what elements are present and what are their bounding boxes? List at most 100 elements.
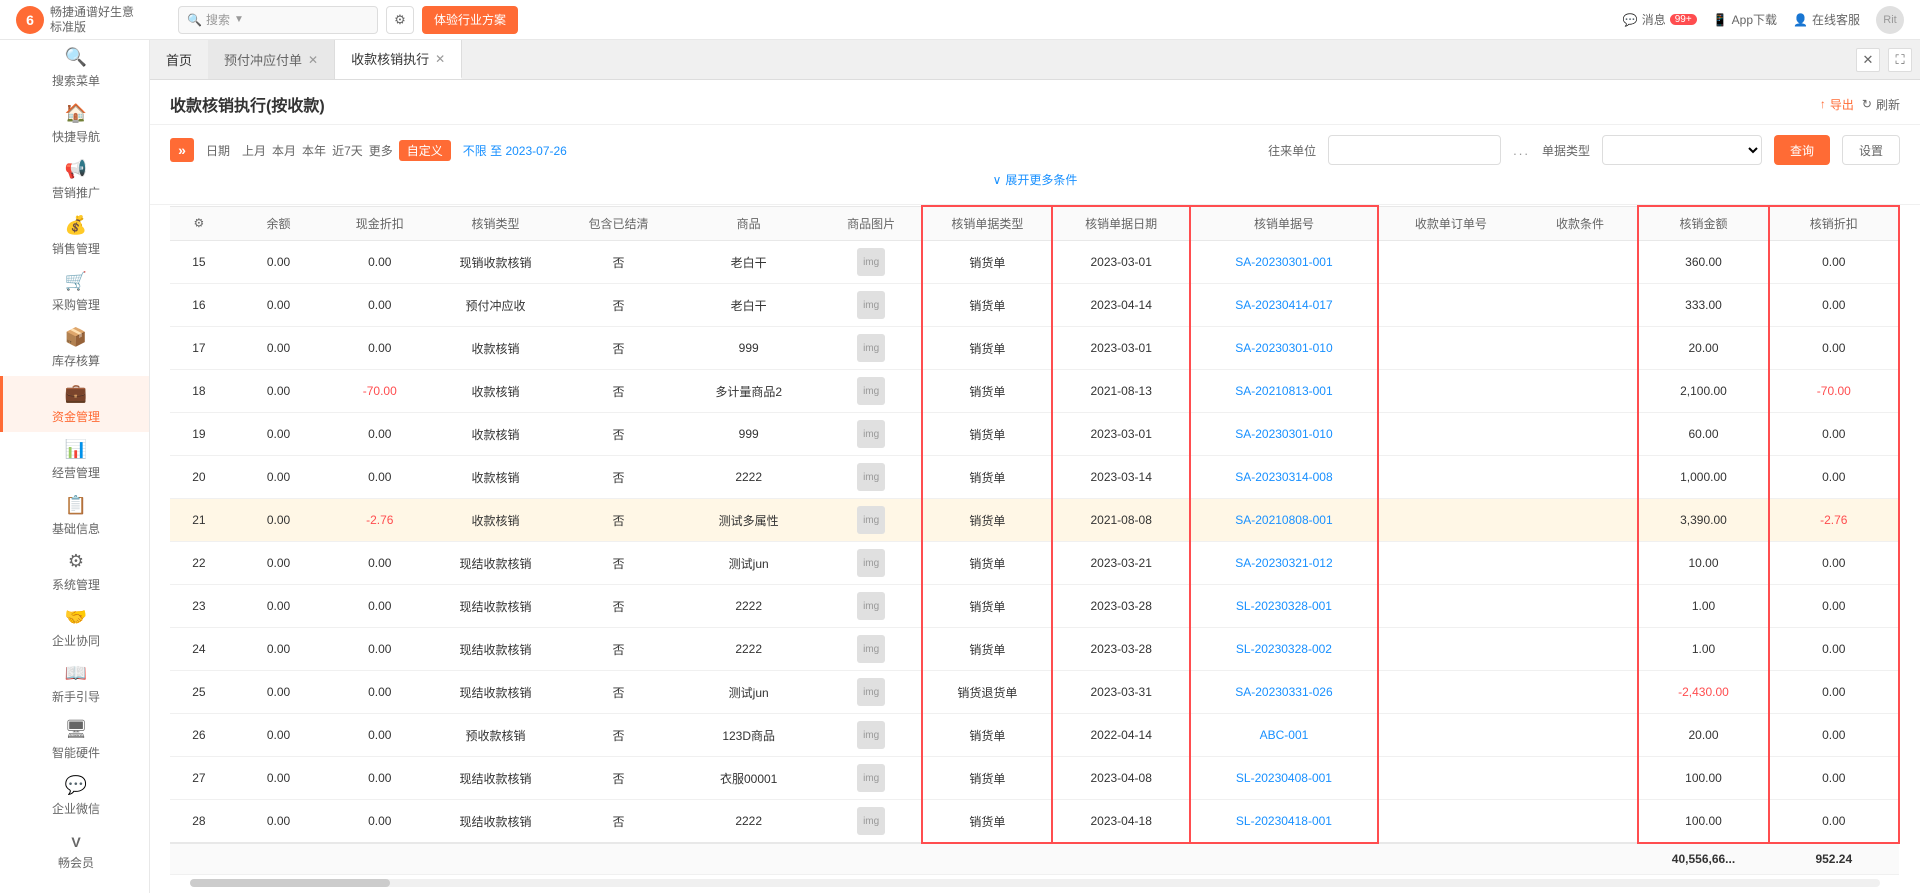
sidebar-label-collab: 企业协同 [52,632,100,649]
online-service-label: 在线客服 [1812,11,1860,28]
scrollbar-thumb[interactable] [190,879,390,887]
table-container[interactable]: ⚙ 余额 现金折扣 核销类型 包含已结清 商品 商品图片 核销单据类型 核销单据… [150,205,1920,893]
cell-receipt-condition [1523,714,1639,757]
logo-text: 畅捷通谱好生意 标准版 [50,5,134,34]
cell-no: 20 [170,456,228,499]
setting-button[interactable]: 设置 [1842,135,1900,165]
search-placeholder: 搜索 [206,11,230,28]
tab-prepay[interactable]: 预付冲应付单 ✕ [208,40,335,79]
search-icon: 🔍 [65,47,87,68]
sidebar-item-inventory[interactable]: 📦 库存核算 [0,320,149,376]
cancel-bill-no-link[interactable]: SA-20210808-001 [1235,513,1332,527]
cell-cancel-bill-date: 2022-04-14 [1052,714,1189,757]
horizontal-scrollbar[interactable] [190,879,1880,887]
top-bar-right: 💬 消息 99+ 📱 App下载 👤 在线客服 Rit [1623,6,1904,34]
cancel-bill-no-link[interactable]: SL-20230328-002 [1236,642,1332,656]
sidebar-label-guide: 新手引导 [52,688,100,705]
app-download-item[interactable]: 📱 App下载 [1713,11,1777,28]
sidebar-item-finance[interactable]: 💼 资金管理 [0,376,149,432]
cancel-bill-no-link[interactable]: SA-20230331-026 [1235,685,1332,699]
table-footer: 40,556,66... 952.24 [170,843,1899,875]
from-unit-input[interactable] [1328,135,1501,165]
date-label: 日期 [206,142,230,159]
export-button[interactable]: ↑ 导出 [1820,96,1854,113]
table-row: 20 0.00 0.00 收款核销 否 2222 img 销货单 2023-03… [170,456,1899,499]
cancel-bill-no-link[interactable]: SA-20230301-010 [1235,341,1332,355]
sidebar-item-vip[interactable]: V 畅会员 [0,824,149,880]
sidebar-item-hardware[interactable]: 🖥 智能硬件 [0,712,149,768]
cancel-bill-no-link[interactable]: SL-20230408-001 [1236,771,1332,785]
sidebar-item-collab[interactable]: 🤝 企业协同 [0,600,149,656]
cell-include-cleared: 否 [561,241,677,284]
sidebar-item-basicinfo[interactable]: 📋 基础信息 [0,488,149,544]
date-opt-custom[interactable]: 自定义 [399,140,451,161]
cancel-bill-no-link[interactable]: SA-20230301-010 [1235,427,1332,441]
tab-expand-btn[interactable]: ⛶ [1888,48,1912,72]
export-icon: ↑ [1820,97,1826,111]
sidebar-item-quicknav[interactable]: 🏠 快捷导航 [0,96,149,152]
date-opt-this-year[interactable]: 本年 [302,142,326,159]
bill-type-select[interactable] [1602,135,1762,165]
cell-cancel-bill-type: 销货单 [922,456,1052,499]
cell-no: 15 [170,241,228,284]
cell-goods: 999 [676,413,821,456]
cell-cash-discount: 0.00 [329,413,430,456]
sidebar-item-operations[interactable]: 📊 经营管理 [0,432,149,488]
message-item[interactable]: 💬 消息 99+ [1623,11,1697,28]
cancel-bill-no-link[interactable]: SA-20210813-001 [1235,384,1332,398]
sidebar-item-sales[interactable]: 💰 销售管理 [0,208,149,264]
date-opt-this-month[interactable]: 本月 [272,142,296,159]
cell-cancel-discount: 0.00 [1769,542,1899,585]
cell-goods-img: img [821,585,922,628]
export-label: 导出 [1830,96,1854,113]
tab-collection[interactable]: 收款核销执行 ✕ [335,40,462,79]
date-opt-more[interactable]: 更多 [369,142,393,159]
sidebar-item-marketing[interactable]: 📢 营销推广 [0,152,149,208]
table-row: 24 0.00 0.00 现结收款核销 否 2222 img 销货单 2023-… [170,628,1899,671]
cancel-bill-no-link[interactable]: SL-20230418-001 [1236,814,1332,828]
query-button[interactable]: 查询 [1774,135,1830,165]
cancel-bill-no-link[interactable]: SA-20230414-017 [1235,298,1332,312]
table-header-row: ⚙ 余额 现金折扣 核销类型 包含已结清 商品 商品图片 核销单据类型 核销单据… [170,206,1899,241]
sidebar-item-sysadmin[interactable]: ⚙ 系统管理 [0,544,149,600]
date-opt-7days[interactable]: 近7天 [332,142,363,159]
expand-label: 展开更多条件 [1005,171,1077,188]
sidebar-item-guide[interactable]: 📖 新手引导 [0,656,149,712]
cell-cancel-bill-type: 销货单 [922,628,1052,671]
search-box[interactable]: 🔍 搜索 ▼ [178,6,378,34]
tab-home[interactable]: 首页 [150,40,208,79]
online-service-item[interactable]: 👤 在线客服 [1793,11,1860,28]
refresh-button[interactable]: ↻ 刷新 [1862,96,1900,113]
tab-close-btn[interactable]: ✕ [1856,48,1880,72]
filter-fast-btn[interactable]: » [170,138,194,162]
cell-receipt-order-no [1378,628,1523,671]
cancel-bill-no-link[interactable]: SA-20230321-012 [1235,556,1332,570]
sidebar-item-wechat[interactable]: 💬 企业微信 [0,768,149,824]
cancel-bill-no-link[interactable]: SA-20230301-001 [1235,255,1332,269]
cell-goods: 2222 [676,456,821,499]
sidebar-item-search[interactable]: 🔍 搜索菜单 [0,40,149,96]
cell-goods-img: img [821,413,922,456]
th-settings[interactable]: ⚙ [170,206,228,241]
cell-goods-img: img [821,456,922,499]
tab-collection-close[interactable]: ✕ [435,52,445,66]
cancel-bill-no-link[interactable]: SL-20230328-001 [1236,599,1332,613]
cell-cancel-bill-no: SA-20230301-010 [1190,413,1378,456]
cell-cancel-type: 收款核销 [430,499,560,542]
cell-cancel-bill-date: 2023-03-31 [1052,671,1189,714]
th-include-cleared: 包含已结清 [561,206,677,241]
table-row: 22 0.00 0.00 现结收款核销 否 测试jun img 销货单 2023… [170,542,1899,585]
user-avatar[interactable]: Rit [1876,6,1904,34]
cancel-bill-no-link[interactable]: SA-20230314-008 [1235,470,1332,484]
industry-btn[interactable]: 体验行业方案 [422,6,518,34]
gear-button[interactable]: ⚙ [386,6,414,34]
footer-row: 40,556,66... 952.24 [170,843,1899,875]
cancel-bill-no-link[interactable]: ABC-001 [1260,728,1309,742]
cell-cancel-bill-no: SL-20230408-001 [1190,757,1378,800]
date-opt-last-month[interactable]: 上月 [242,142,266,159]
cell-cancel-discount: 0.00 [1769,671,1899,714]
expand-more-btn[interactable]: ∨ 展开更多条件 [170,165,1900,194]
tab-prepay-close[interactable]: ✕ [308,53,318,67]
sidebar-item-purchase[interactable]: 🛒 采购管理 [0,264,149,320]
cell-cancel-bill-no: SA-20230331-026 [1190,671,1378,714]
